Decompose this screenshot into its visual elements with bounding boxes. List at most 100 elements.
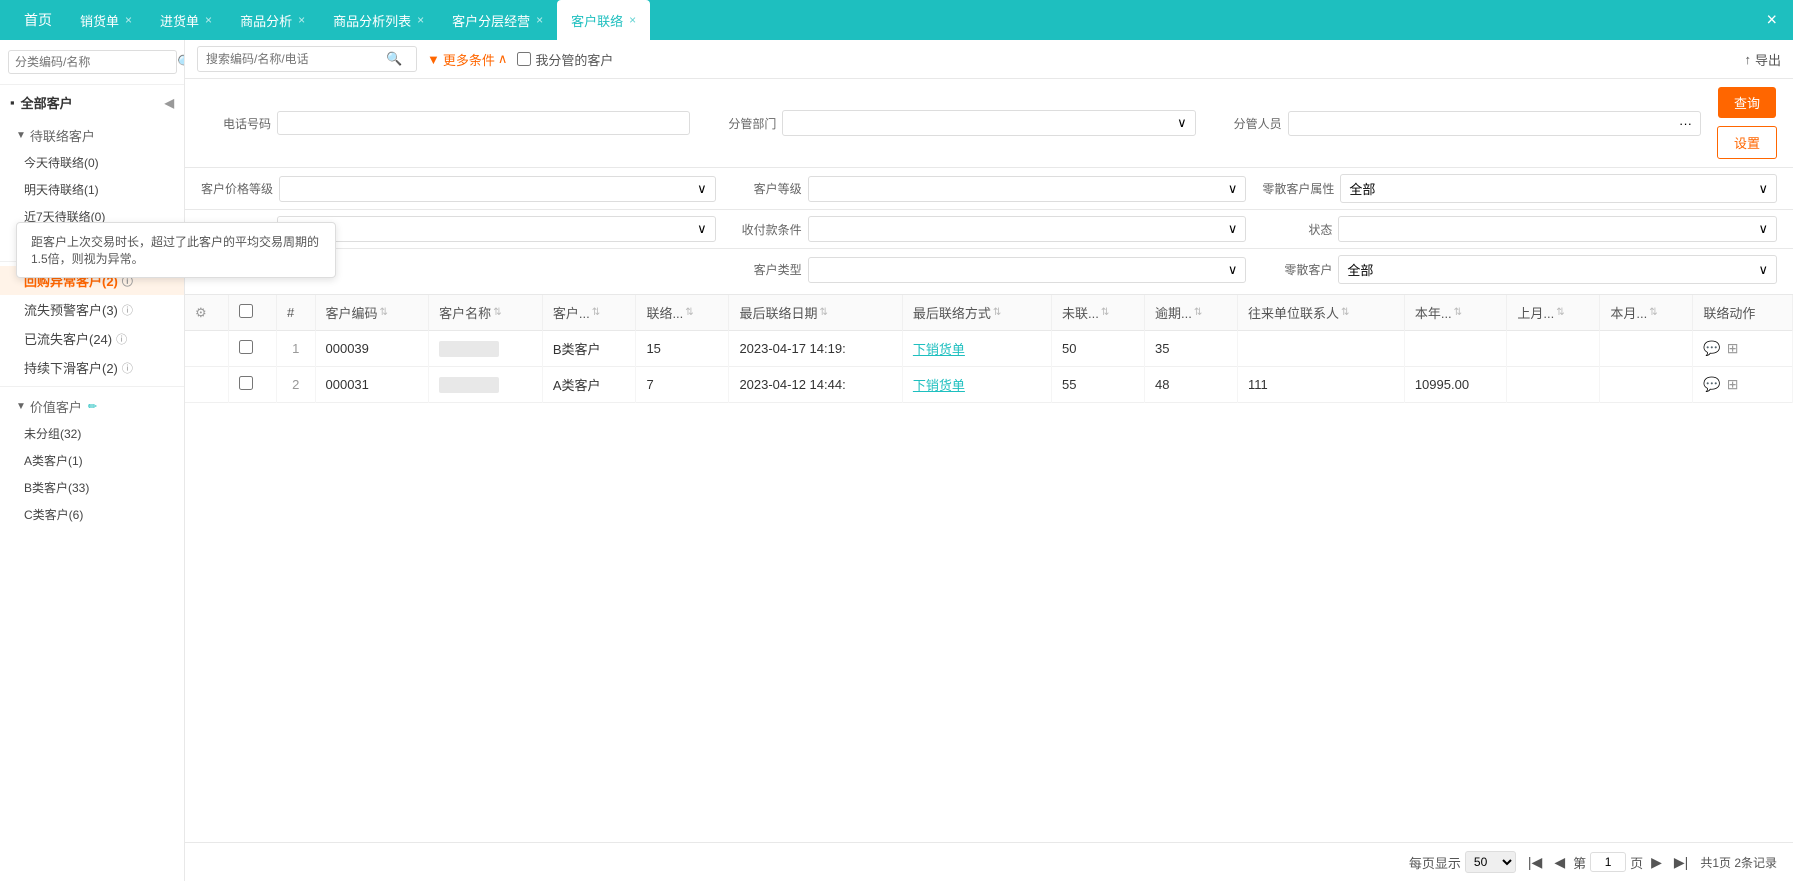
nav-purchase[interactable]: 进货单 × bbox=[146, 0, 226, 40]
sidebar-item-churned[interactable]: 已流失客户(24) ⓘ bbox=[0, 324, 184, 353]
comment-icon-2[interactable]: 💬 bbox=[1703, 376, 1720, 393]
page-number-input[interactable] bbox=[1590, 852, 1626, 872]
td-this-month-2 bbox=[1600, 367, 1693, 403]
customer-type-label: 客户类型 bbox=[732, 261, 802, 278]
customer-level-label: 客户等级 bbox=[732, 180, 802, 197]
scattered-attr-select[interactable]: 全部∨ bbox=[1340, 174, 1777, 203]
td-contact-type-1[interactable]: 下销货单 bbox=[902, 331, 1051, 367]
info-icon-churned[interactable]: ⓘ bbox=[116, 331, 127, 347]
th-gear[interactable]: ⚙ bbox=[185, 295, 229, 331]
phone-input[interactable] bbox=[277, 111, 690, 135]
status-select[interactable]: ∨ bbox=[1338, 216, 1777, 242]
td-type-1: B类客户 bbox=[542, 331, 636, 367]
sidebar-all-customers[interactable]: ▪ 全部客户 ◀ bbox=[0, 85, 184, 120]
th-this-year[interactable]: 本年...⇅ bbox=[1404, 295, 1507, 331]
nav-sales-close[interactable]: × bbox=[125, 13, 132, 27]
dept-select[interactable]: ∨ bbox=[782, 110, 1195, 136]
sidebar-collapse-btn[interactable]: ◀ bbox=[165, 96, 174, 110]
th-name[interactable]: 客户名称⇅ bbox=[429, 295, 543, 331]
sidebar-item-a-class[interactable]: A类客户(1) bbox=[0, 447, 184, 474]
first-page-btn[interactable]: |◀ bbox=[1524, 854, 1546, 871]
th-this-month[interactable]: 本月...⇅ bbox=[1600, 295, 1693, 331]
sidebar-item-ungrouped[interactable]: 未分组(32) bbox=[0, 420, 184, 447]
sidebar-item-today[interactable]: 今天待联络(0) bbox=[0, 149, 184, 176]
export-icon: ↑ bbox=[1744, 52, 1751, 67]
sidebar-group-value[interactable]: ▼ 价值客户 ✏ bbox=[0, 391, 184, 420]
td-last-month-1 bbox=[1507, 331, 1600, 367]
filter-buttons: 查询 设置 bbox=[1717, 87, 1777, 159]
th-uncontacted[interactable]: 未联...⇅ bbox=[1052, 295, 1145, 331]
row-checkbox-1[interactable] bbox=[239, 340, 253, 354]
close-all-tabs[interactable]: × bbox=[1766, 10, 1777, 31]
filter-payment: 收付款条件 ∨ bbox=[732, 216, 1247, 242]
td-this-year-2: 10995.00 bbox=[1404, 367, 1507, 403]
td-gear-1 bbox=[185, 331, 229, 367]
row-checkbox-2[interactable] bbox=[239, 376, 253, 390]
last-page-btn[interactable]: ▶| bbox=[1670, 854, 1692, 871]
nav-product-analysis[interactable]: 商品分析 × bbox=[226, 0, 319, 40]
th-company-contact[interactable]: 往来单位联系人⇅ bbox=[1238, 295, 1405, 331]
my-customers-checkbox[interactable]: 我分管的客户 bbox=[517, 50, 613, 69]
search-icon[interactable]: 🔍 bbox=[386, 51, 402, 67]
next-page-btn[interactable]: ▶ bbox=[1647, 854, 1666, 871]
scattered-customer-select[interactable]: 全部∨ bbox=[1338, 255, 1777, 284]
nav-sales[interactable]: 销货单 × bbox=[66, 0, 146, 40]
nav-customer-tier-close[interactable]: × bbox=[536, 13, 543, 27]
sidebar-search-button[interactable]: 🔍 bbox=[177, 48, 185, 76]
grid-icon-1[interactable]: ⊞ bbox=[1727, 340, 1739, 357]
filter-dept: 分管部门 ∨ bbox=[706, 110, 1195, 136]
sidebar-item-c-class[interactable]: C类客户(6) bbox=[0, 501, 184, 528]
sidebar-item-declining[interactable]: 持续下滑客户(2) ⓘ bbox=[0, 353, 184, 382]
info-icon-churn[interactable]: ⓘ bbox=[122, 302, 133, 318]
td-num-1: 1 bbox=[277, 331, 315, 367]
sidebar-item-b-class[interactable]: B类客户(33) bbox=[0, 474, 184, 501]
sort-icon-uncontacted: ⇅ bbox=[1101, 307, 1109, 318]
my-customers-check-input[interactable] bbox=[517, 52, 531, 66]
gear-icon[interactable]: ⚙ bbox=[195, 305, 207, 320]
export-button[interactable]: ↑ 导出 bbox=[1744, 50, 1781, 69]
payment-select[interactable]: ∨ bbox=[808, 216, 1247, 242]
sidebar-group-pending[interactable]: ▼ 待联络客户 bbox=[0, 120, 184, 149]
per-page-select[interactable]: 50 100 200 bbox=[1465, 851, 1516, 873]
th-last-contact-type[interactable]: 最后联络方式⇅ bbox=[902, 295, 1051, 331]
customer-type-select[interactable]: ∨ bbox=[808, 257, 1247, 283]
edit-group-icon[interactable]: ✏ bbox=[88, 400, 97, 413]
th-overdue[interactable]: 逾期...⇅ bbox=[1145, 295, 1238, 331]
sidebar-item-churn-warning[interactable]: 流失预警客户(3) ⓘ bbox=[0, 295, 184, 324]
comment-icon-1[interactable]: 💬 bbox=[1703, 340, 1720, 357]
query-button[interactable]: 查询 bbox=[1718, 87, 1776, 118]
person-select[interactable]: ··· bbox=[1288, 111, 1701, 136]
sidebar-item-tomorrow[interactable]: 明天待联络(1) bbox=[0, 176, 184, 203]
nav-customer-contact[interactable]: 客户联络 × bbox=[557, 0, 650, 40]
th-last-month[interactable]: 上月...⇅ bbox=[1507, 295, 1600, 331]
td-this-month-1 bbox=[1600, 331, 1693, 367]
prev-page-btn[interactable]: ◀ bbox=[1550, 854, 1569, 871]
td-contact-type-2[interactable]: 下销货单 bbox=[902, 367, 1051, 403]
info-icon-declining[interactable]: ⓘ bbox=[122, 360, 133, 376]
td-days-1: 15 bbox=[636, 331, 729, 367]
nav-product-list-close[interactable]: × bbox=[417, 13, 424, 27]
search-input[interactable] bbox=[206, 52, 386, 66]
filter-more-button[interactable]: ▼ 更多条件 ∧ bbox=[427, 50, 507, 69]
grid-icon-2[interactable]: ⊞ bbox=[1727, 376, 1739, 393]
nav-customer-tier[interactable]: 客户分层经营 × bbox=[438, 0, 557, 40]
contact-type-link-1[interactable]: 下销货单 bbox=[913, 342, 965, 357]
nav-product-analysis-close[interactable]: × bbox=[298, 13, 305, 27]
set-button[interactable]: 设置 bbox=[1717, 126, 1777, 159]
pagination: 每页显示 50 100 200 |◀ ◀ 第 页 ▶ ▶| 共1页 2条记录 bbox=[185, 842, 1793, 881]
th-last-contact-date[interactable]: 最后联络日期⇅ bbox=[729, 295, 902, 331]
select-all-checkbox[interactable] bbox=[239, 304, 253, 318]
nav-home[interactable]: 首页 bbox=[10, 0, 66, 40]
th-code[interactable]: 客户编码⇅ bbox=[315, 295, 429, 331]
contact-type-link-2[interactable]: 下销货单 bbox=[913, 378, 965, 393]
customer-level-select[interactable]: ∨ bbox=[808, 176, 1247, 202]
nav-product-list[interactable]: 商品分析列表 × bbox=[319, 0, 438, 40]
nav-customer-contact-close[interactable]: × bbox=[629, 13, 636, 27]
nature-select[interactable]: ∨ bbox=[277, 216, 716, 242]
th-contact-days[interactable]: 联络...⇅ bbox=[636, 295, 729, 331]
price-level-select[interactable]: ∨ bbox=[279, 176, 716, 202]
nav-purchase-close[interactable]: × bbox=[205, 13, 212, 27]
th-type[interactable]: 客户...⇅ bbox=[542, 295, 636, 331]
sidebar-search-input[interactable] bbox=[8, 50, 177, 74]
filter-customer-level: 客户等级 ∨ bbox=[732, 176, 1247, 202]
